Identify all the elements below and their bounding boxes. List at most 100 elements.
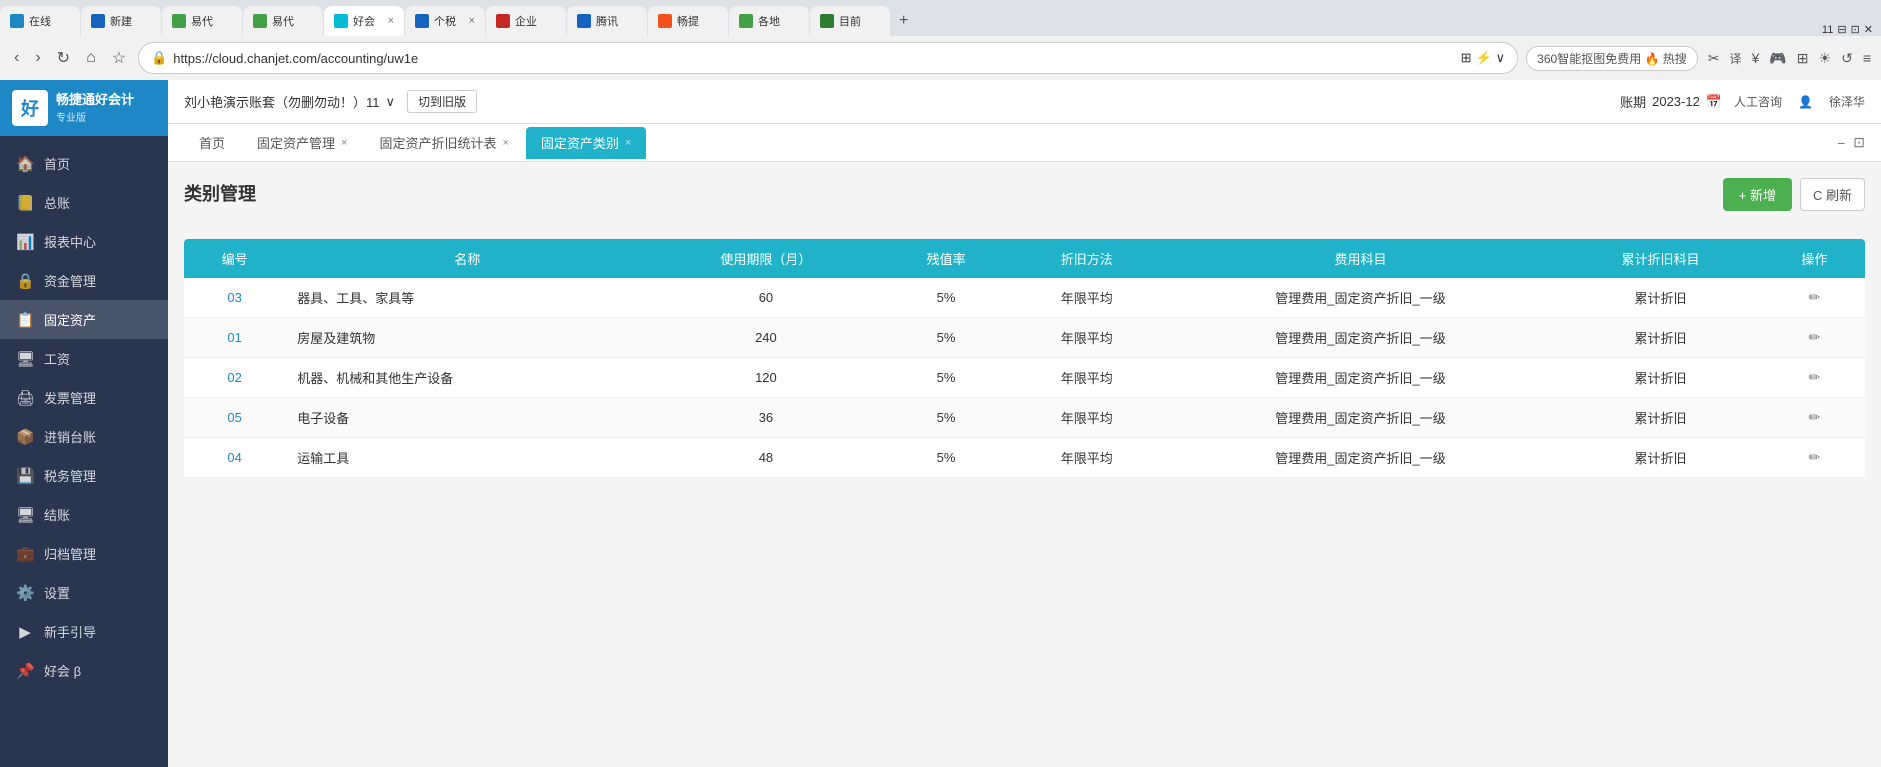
- edit-icon[interactable]: ✏: [1808, 329, 1820, 345]
- cell-method: 年限平均: [1010, 278, 1164, 318]
- tab-close-depreciation[interactable]: ×: [502, 137, 508, 149]
- cell-action[interactable]: ✏: [1764, 318, 1865, 358]
- cell-expense: 管理费用_固定资产折旧_一级: [1164, 358, 1558, 398]
- sidebar-item-invoice[interactable]: 🖨 发票管理: [0, 378, 168, 417]
- edit-icon[interactable]: ✏: [1808, 289, 1820, 305]
- game-icon[interactable]: 🎮: [1769, 50, 1786, 67]
- content-tab-fixed-mgmt[interactable]: 固定资产管理 ×: [242, 127, 362, 159]
- cell-accum: 累计折旧: [1557, 438, 1763, 478]
- cell-name: 器具、工具、家具等: [285, 278, 649, 318]
- add-button[interactable]: + 新增: [1723, 178, 1792, 211]
- browser-tab-yidai1[interactable]: 易代: [162, 6, 242, 36]
- cell-code[interactable]: 04: [184, 438, 285, 478]
- sidebar-item-archive[interactable]: 💼 归档管理: [0, 534, 168, 573]
- sidebar-item-tax[interactable]: 💾 税务管理: [0, 456, 168, 495]
- edit-icon[interactable]: ✏: [1808, 409, 1820, 425]
- browser-tab-enterprise[interactable]: 企业: [486, 6, 566, 36]
- menu-icon[interactable]: ≡: [1863, 50, 1871, 66]
- content-tab-depreciation[interactable]: 固定资产折旧统计表 ×: [364, 127, 523, 159]
- col-header-action: 操作: [1764, 239, 1865, 278]
- edit-icon[interactable]: ✏: [1808, 369, 1820, 385]
- content-tab-category[interactable]: 固定资产类别 ×: [526, 127, 646, 159]
- maximize-window-icon[interactable]: ⊡: [1853, 134, 1865, 151]
- sidebar-item-checkout[interactable]: 🖥 结账: [0, 495, 168, 534]
- cell-period: 120: [650, 358, 883, 398]
- grid-apps-icon[interactable]: ⊞: [1797, 50, 1809, 67]
- sidebar-item-guide[interactable]: ▶ 新手引导: [0, 612, 168, 651]
- cell-code[interactable]: 05: [184, 398, 285, 438]
- cell-code[interactable]: 01: [184, 318, 285, 358]
- col-header-period: 使用期限（月）: [650, 239, 883, 278]
- company-selector[interactable]: 刘小艳演示账套（勿删勿动！）11 ∨: [184, 92, 395, 111]
- sidebar-item-settings[interactable]: ⚙️ 设置: [0, 573, 168, 612]
- sidebar-item-ledger[interactable]: 📒 总账: [0, 183, 168, 222]
- cell-action[interactable]: ✏: [1764, 278, 1865, 318]
- col-header-accum: 累计折旧科目: [1557, 239, 1763, 278]
- more-icon: 📌: [16, 662, 34, 680]
- sidebar-item-reports[interactable]: 📊 报表中心: [0, 222, 168, 261]
- home-button[interactable]: ⌂: [82, 47, 100, 69]
- sidebar-item-home[interactable]: 🏠 首页: [0, 144, 168, 183]
- content-tab-home[interactable]: 首页: [184, 127, 240, 159]
- edit-icon[interactable]: ✏: [1808, 449, 1820, 465]
- bookmark-button[interactable]: ☆: [108, 46, 130, 70]
- browser-tab-online[interactable]: 在线: [0, 6, 80, 36]
- reload-button[interactable]: ↻: [53, 46, 74, 70]
- calendar-icon[interactable]: 📅: [1706, 94, 1722, 110]
- tab-close-fixed-mgmt[interactable]: ×: [341, 137, 347, 149]
- browser-tab-haohui[interactable]: 好会 ×: [324, 6, 404, 36]
- sidebar-label-settings: 设置: [44, 583, 70, 602]
- period-value: 2023-12: [1652, 94, 1700, 109]
- tab-close-category[interactable]: ×: [625, 137, 631, 149]
- browser-tab-muqian[interactable]: 目前: [810, 6, 890, 36]
- sidebar-label-more: 好会 β: [44, 661, 81, 680]
- search-box[interactable]: 360智能抠图免费用 🔥 热搜: [1526, 46, 1698, 71]
- url-box[interactable]: 🔒 https://cloud.chanjet.com/accounting/u…: [138, 42, 1518, 74]
- period-selector[interactable]: 账期 2023-12 📅: [1620, 92, 1722, 111]
- sidebar-item-salary[interactable]: 🖥 工资: [0, 339, 168, 378]
- cell-action[interactable]: ✏: [1764, 398, 1865, 438]
- sidebar-item-capital[interactable]: 🔒 资金管理: [0, 261, 168, 300]
- browser-tab-yidai2[interactable]: 易代: [243, 6, 323, 36]
- app-header: 刘小艳演示账套（勿删勿动！）11 ∨ 切到旧版 账期 2023-12 📅 人工咨…: [168, 80, 1881, 124]
- cut-icon[interactable]: ✂: [1708, 50, 1720, 67]
- translate-icon[interactable]: 译: [1730, 50, 1742, 67]
- cell-code[interactable]: 03: [184, 278, 285, 318]
- history-icon[interactable]: ↺: [1841, 50, 1853, 67]
- cell-action[interactable]: ✏: [1764, 358, 1865, 398]
- forward-button[interactable]: ›: [31, 47, 44, 69]
- sidebar-item-more[interactable]: 📌 好会 β: [0, 651, 168, 690]
- customer-service[interactable]: 人工咨询: [1734, 93, 1782, 110]
- tab-close-tax[interactable]: ×: [469, 15, 475, 27]
- tax-icon: 💾: [16, 467, 34, 485]
- switch-version-button[interactable]: 切到旧版: [407, 90, 477, 113]
- company-dropdown-icon[interactable]: ∨: [386, 94, 396, 110]
- browser-tab-changtui[interactable]: 畅提: [648, 6, 728, 36]
- browser-tab-gedi[interactable]: 各地: [729, 6, 809, 36]
- period-label: 账期: [1620, 92, 1646, 111]
- cell-code[interactable]: 02: [184, 358, 285, 398]
- sidebar-item-fixed-assets[interactable]: 📋 固定资产: [0, 300, 168, 339]
- guide-icon: ▶: [16, 623, 34, 641]
- cell-accum: 累计折旧: [1557, 398, 1763, 438]
- sidebar-item-purchase-sales[interactable]: 📦 进销台账: [0, 417, 168, 456]
- sidebar-label-guide: 新手引导: [44, 622, 96, 641]
- cell-period: 240: [650, 318, 883, 358]
- salary-icon: 🖥: [16, 350, 34, 368]
- cell-action[interactable]: ✏: [1764, 438, 1865, 478]
- browser-tab-tax[interactable]: 个税 ×: [405, 6, 485, 36]
- minimize-window-icon[interactable]: −: [1837, 135, 1845, 151]
- tab-close-haohui[interactable]: ×: [388, 15, 394, 27]
- tab-label-haohui: 好会: [353, 13, 383, 29]
- browser-tab-new[interactable]: 新建: [81, 6, 161, 36]
- cell-expense: 管理费用_固定资产折旧_一级: [1164, 438, 1558, 478]
- new-tab-button[interactable]: +: [891, 6, 916, 36]
- browser-tab-tencent[interactable]: 腾讯: [567, 6, 647, 36]
- data-table: 编号 名称 使用期限（月） 残值率 折旧方法 费用科目 累计折旧科目 操作 03…: [184, 239, 1865, 478]
- refresh-button[interactable]: C 刷新: [1800, 178, 1865, 211]
- cell-method: 年限平均: [1010, 318, 1164, 358]
- col-header-expense: 费用科目: [1164, 239, 1558, 278]
- back-button[interactable]: ‹: [10, 47, 23, 69]
- currency-icon[interactable]: ¥: [1752, 50, 1760, 66]
- brightness-icon[interactable]: ☀: [1819, 50, 1832, 67]
